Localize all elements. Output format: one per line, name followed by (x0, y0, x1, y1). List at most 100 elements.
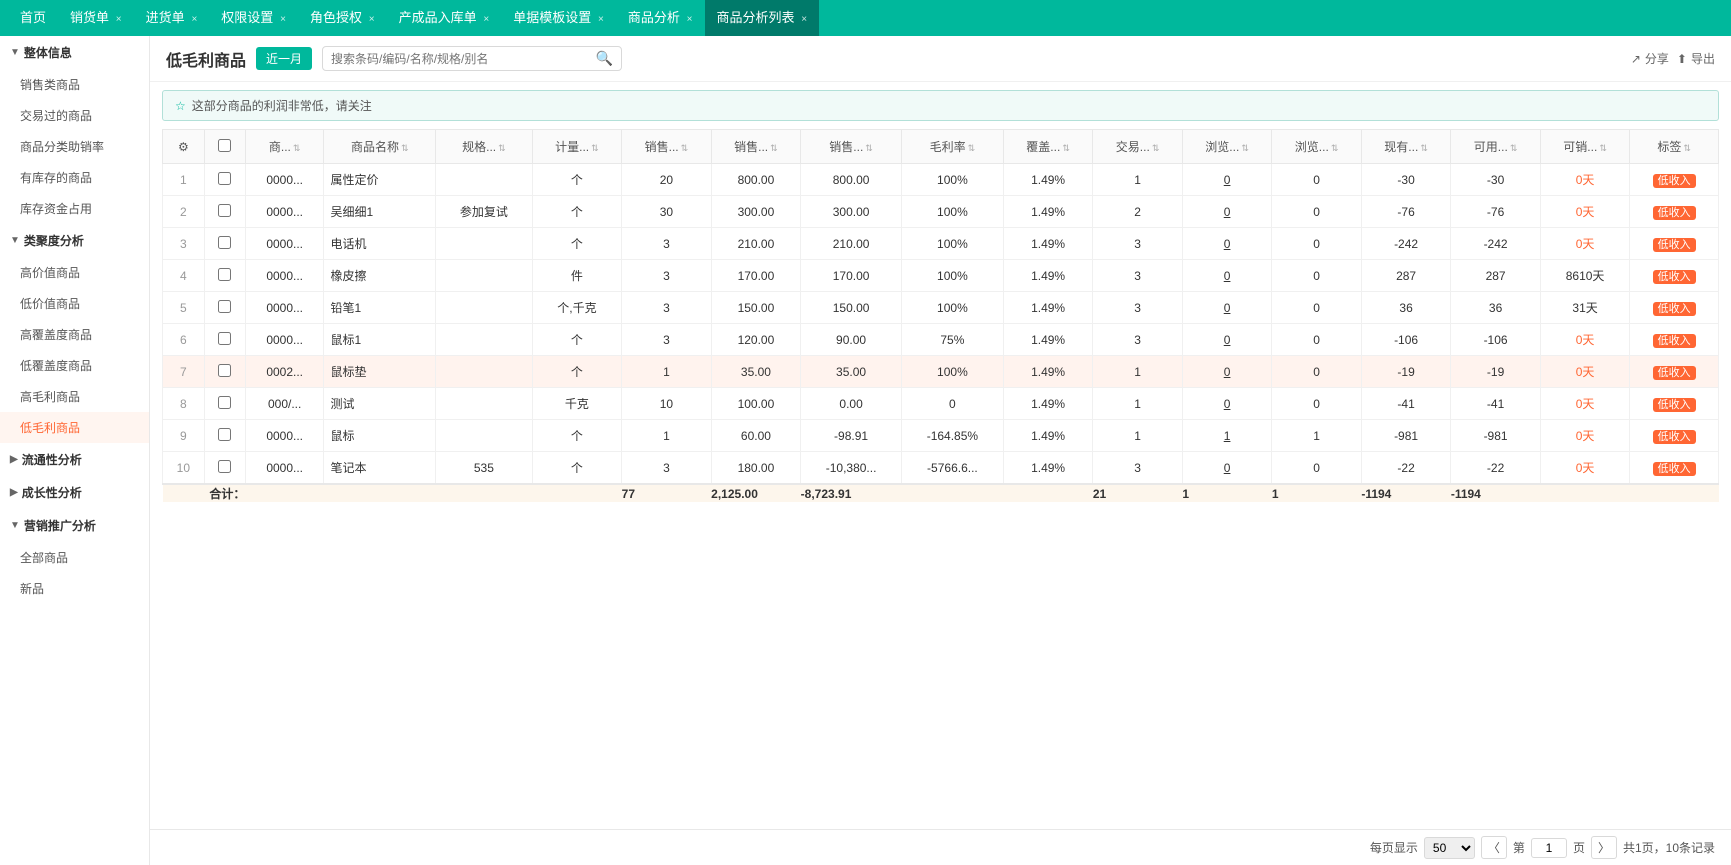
next-page-btn[interactable]: 〉 (1591, 836, 1617, 859)
sidebar-item-high-value[interactable]: 高价值商品 (0, 257, 149, 288)
row-name-1[interactable]: 属性定价 (324, 164, 436, 196)
sidebar-item-high-margin[interactable]: 高毛利商品 (0, 381, 149, 412)
row-checkbox-3[interactable] (204, 228, 245, 260)
row-checkbox-8[interactable] (204, 388, 245, 420)
nav-close-goods-analysis[interactable]: × (684, 14, 693, 25)
sidebar-item-in-stock[interactable]: 有库存的商品 (0, 162, 149, 193)
col-sales-qty[interactable]: 销售...⇅ (622, 130, 712, 164)
sidebar-item-capital[interactable]: 库存资金占用 (0, 193, 149, 224)
share-button[interactable]: ↗ 分享 (1631, 50, 1669, 67)
row-checkbox-2[interactable] (204, 196, 245, 228)
row-name-10[interactable]: 笔记本 (324, 452, 436, 485)
nav-close-role[interactable]: × (366, 14, 375, 25)
sidebar-group-marketing[interactable]: ▼ 营销推广分析 (0, 509, 149, 542)
row-checkbox-4[interactable] (204, 260, 245, 292)
row-view1-2[interactable]: 0 (1182, 196, 1272, 228)
sidebar-item-all-goods[interactable]: 全部商品 (0, 542, 149, 573)
sidebar-collapse-btn[interactable]: « (149, 76, 150, 116)
sidebar-item-sales-goods[interactable]: 销售类商品 (0, 69, 149, 100)
prev-page-btn[interactable]: 〈 (1481, 836, 1507, 859)
nav-sales[interactable]: 销货单 × (58, 0, 134, 36)
row-name-6[interactable]: 鼠标1 (324, 324, 436, 356)
sidebar-group-growth[interactable]: ▶ 成长性分析 (0, 476, 149, 509)
row-view1-7[interactable]: 0 (1182, 356, 1272, 388)
row-name-9[interactable]: 鼠标 (324, 420, 436, 452)
nav-close-goods-analysis-list[interactable]: × (799, 14, 808, 25)
row-sales-profit-10: -10,380... (801, 452, 902, 485)
page-size-label: 每页显示 (1370, 839, 1418, 856)
sidebar-group-cluster[interactable]: ▼ 类聚度分析 (0, 224, 149, 257)
col-settings[interactable]: ⚙ (163, 130, 205, 164)
sidebar: « ▼ 整体信息 销售类商品 交易过的商品 商品分类助销率 有库存的商品 库存资… (0, 36, 150, 865)
row-view1-5[interactable]: 0 (1182, 292, 1272, 324)
row-view1-8[interactable]: 0 (1182, 388, 1272, 420)
page-number-input[interactable] (1531, 838, 1567, 858)
col-name[interactable]: 商品名称⇅ (324, 130, 436, 164)
row-checkbox-5[interactable] (204, 292, 245, 324)
nav-close-permission[interactable]: × (277, 14, 286, 25)
nav-close-template[interactable]: × (595, 14, 604, 25)
sidebar-item-new-goods[interactable]: 新品 (0, 573, 149, 604)
nav-close-purchase[interactable]: × (189, 14, 198, 25)
nav-close-product-inbound[interactable]: × (481, 14, 490, 25)
nav-product-inbound[interactable]: 产成品入库单 × (387, 0, 502, 36)
sidebar-item-high-coverage[interactable]: 高覆盖度商品 (0, 319, 149, 350)
col-spec[interactable]: 规格...⇅ (436, 130, 533, 164)
col-unit[interactable]: 计量...⇅ (532, 130, 622, 164)
col-trans[interactable]: 交易...⇅ (1093, 130, 1183, 164)
sidebar-group-overall[interactable]: ▼ 整体信息 (0, 36, 149, 69)
col-checkbox[interactable] (204, 130, 245, 164)
col-tag[interactable]: 标签⇅ (1630, 130, 1719, 164)
row-view1-10[interactable]: 0 (1182, 452, 1272, 485)
sidebar-group-flow[interactable]: ▶ 流通性分析 (0, 443, 149, 476)
nav-goods-analysis[interactable]: 商品分析 × (616, 0, 705, 36)
sidebar-item-low-margin[interactable]: 低毛利商品 (0, 412, 149, 443)
search-icon[interactable]: 🔍 (596, 50, 613, 67)
row-spec-1 (436, 164, 533, 196)
row-checkbox-1[interactable] (204, 164, 245, 196)
row-num-3: 3 (163, 228, 205, 260)
row-name-4[interactable]: 橡皮擦 (324, 260, 436, 292)
col-sales-profit[interactable]: 销售...⇅ (801, 130, 902, 164)
col-view2[interactable]: 浏览...⇅ (1272, 130, 1362, 164)
col-view1[interactable]: 浏览...⇅ (1182, 130, 1272, 164)
row-view1-3[interactable]: 0 (1182, 228, 1272, 260)
sidebar-item-low-coverage[interactable]: 低覆盖度商品 (0, 350, 149, 381)
row-name-8[interactable]: 测试 (324, 388, 436, 420)
row-view1-9[interactable]: 1 (1182, 420, 1272, 452)
row-checkbox-7[interactable] (204, 356, 245, 388)
nav-goods-analysis-list[interactable]: 商品分析列表 × (705, 0, 820, 36)
nav-purchase[interactable]: 进货单 × (134, 0, 210, 36)
search-input[interactable] (331, 52, 596, 66)
row-name-5[interactable]: 铅笔1 (324, 292, 436, 324)
col-coverage[interactable]: 覆盖...⇅ (1003, 130, 1093, 164)
nav-role[interactable]: 角色授权 × (298, 0, 387, 36)
col-saleable-days[interactable]: 可销...⇅ (1540, 130, 1630, 164)
sidebar-item-low-value[interactable]: 低价值商品 (0, 288, 149, 319)
sidebar-item-category-rate[interactable]: 商品分类助销率 (0, 131, 149, 162)
col-gross-margin[interactable]: 毛利率⇅ (901, 130, 1003, 164)
export-button[interactable]: ⬆ 导出 (1677, 50, 1715, 67)
row-checkbox-6[interactable] (204, 324, 245, 356)
row-name-7[interactable]: 鼠标垫 (324, 356, 436, 388)
page-size-select[interactable]: 50 100 (1424, 837, 1475, 859)
nav-template[interactable]: 单据模板设置 × (501, 0, 616, 36)
nav-close-sales[interactable]: × (113, 14, 122, 25)
nav-home[interactable]: 首页 (8, 0, 58, 36)
sidebar-item-traded-goods[interactable]: 交易过的商品 (0, 100, 149, 131)
col-sales-price[interactable]: 销售...⇅ (711, 130, 801, 164)
row-checkbox-9[interactable] (204, 420, 245, 452)
row-view1-6[interactable]: 0 (1182, 324, 1272, 356)
col-available[interactable]: 可用...⇅ (1451, 130, 1541, 164)
row-name-2[interactable]: 吴细细1 (324, 196, 436, 228)
period-button[interactable]: 近一月 (256, 47, 312, 70)
row-name-3[interactable]: 电话机 (324, 228, 436, 260)
row-checkbox-10[interactable] (204, 452, 245, 485)
row-view1-1[interactable]: 0 (1182, 164, 1272, 196)
nav-permission[interactable]: 权限设置 × (209, 0, 298, 36)
col-code[interactable]: 商...⇅ (245, 130, 324, 164)
row-trans-2: 2 (1093, 196, 1183, 228)
select-all-checkbox[interactable] (218, 139, 231, 152)
col-current-stock[interactable]: 现有...⇅ (1361, 130, 1451, 164)
row-view1-4[interactable]: 0 (1182, 260, 1272, 292)
